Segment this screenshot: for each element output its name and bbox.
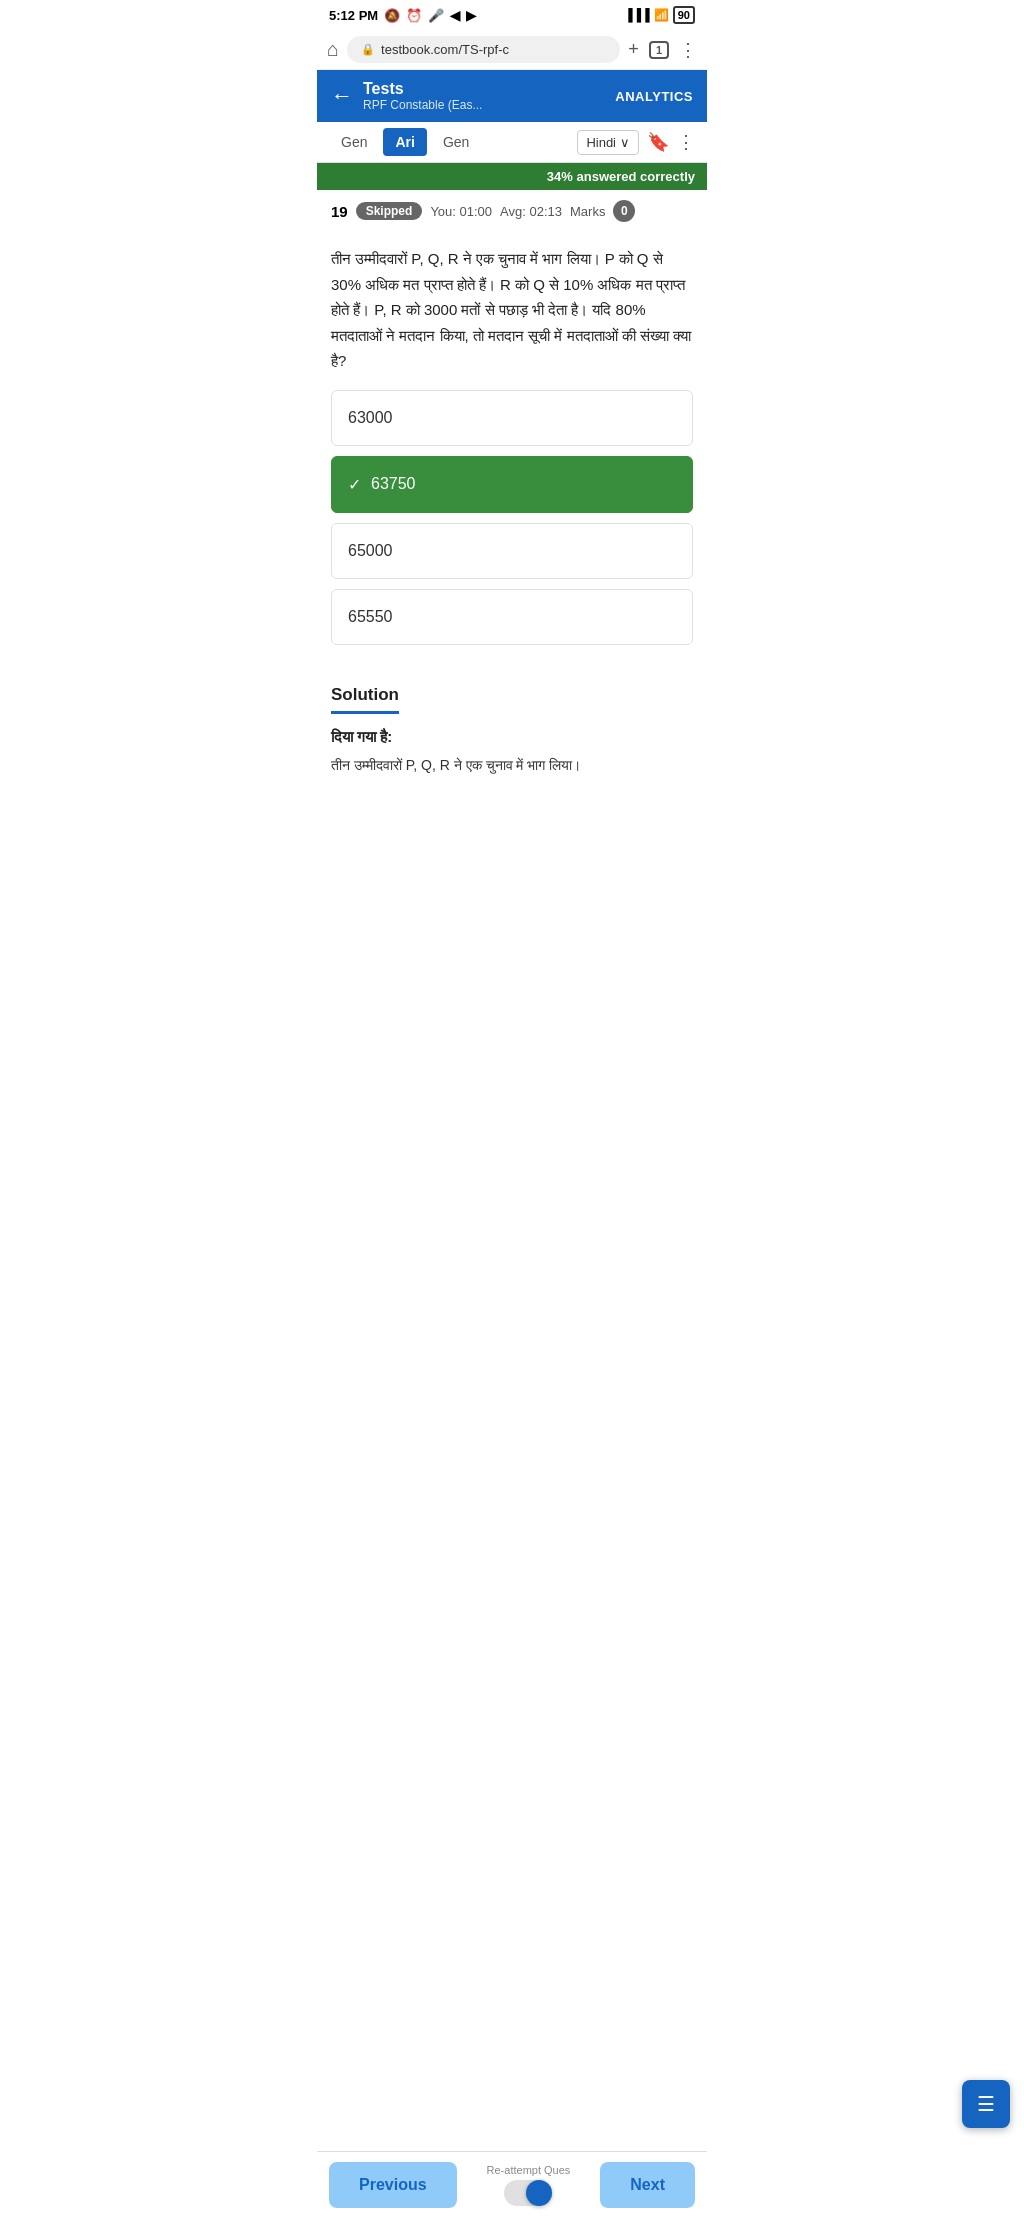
status-right: ▐▐▐ 📶 90 bbox=[624, 6, 695, 24]
tab-ari[interactable]: Ari bbox=[383, 128, 426, 156]
nav-icon: ◀ bbox=[450, 8, 460, 23]
language-label: Hindi bbox=[586, 135, 616, 150]
home-icon[interactable]: ⌂ bbox=[327, 38, 339, 61]
toggle-thumb bbox=[526, 2180, 552, 2206]
url-text: testbook.com/TS-rpf-c bbox=[381, 42, 509, 57]
question-text: तीन उम्मीदवारों P, Q, R ने एक चुनाव में … bbox=[317, 232, 707, 384]
chevron-down-icon: ∨ bbox=[620, 135, 630, 150]
add-tab-icon[interactable]: + bbox=[628, 39, 639, 60]
marks-label: Marks bbox=[570, 204, 605, 219]
marks-value: 0 bbox=[613, 200, 635, 222]
browser-actions: + 1 ⋮ bbox=[628, 39, 697, 61]
option-1[interactable]: 63000 bbox=[331, 390, 693, 446]
you-time: You: 01:00 bbox=[430, 204, 492, 219]
tab-count[interactable]: 1 bbox=[649, 41, 669, 59]
alarm-icon: ⏰ bbox=[406, 8, 422, 23]
option-4-value: 65550 bbox=[348, 608, 393, 626]
option-2-value: 63750 bbox=[371, 475, 416, 493]
solution-section: Solution दिया गया है: तीन उम्मीदवारों P,… bbox=[317, 671, 707, 778]
browser-bar: ⌂ 🔒 testbook.com/TS-rpf-c + 1 ⋮ bbox=[317, 30, 707, 70]
previous-button[interactable]: Previous bbox=[329, 2162, 457, 2208]
top-nav: ← Tests RPF Constable (Eas... ANALYTICS bbox=[317, 70, 707, 122]
option-4[interactable]: 65550 bbox=[331, 589, 693, 645]
bookmark-icon[interactable]: 🔖 bbox=[647, 131, 669, 153]
solution-title: Solution bbox=[331, 685, 399, 714]
nav-subtitle: RPF Constable (Eas... bbox=[363, 98, 482, 112]
skipped-badge: Skipped bbox=[356, 202, 423, 220]
back-button[interactable]: ← bbox=[331, 83, 353, 109]
answer-correctly-text: 34% answered correctly bbox=[547, 169, 695, 184]
lock-icon: 🔒 bbox=[361, 43, 375, 56]
solution-text: तीन उम्मीदवारों P, Q, R ने एक चुनाव में … bbox=[331, 754, 693, 778]
nav-title-group: Tests RPF Constable (Eas... bbox=[363, 80, 482, 112]
nav-left: ← Tests RPF Constable (Eas... bbox=[331, 80, 482, 112]
signal-icon: ▐▐▐ bbox=[624, 8, 650, 22]
check-icon: ✓ bbox=[348, 475, 361, 494]
question-header: 19 Skipped You: 01:00 Avg: 02:13 Marks 0 bbox=[317, 190, 707, 232]
question-number: 19 bbox=[331, 203, 348, 220]
option-1-value: 63000 bbox=[348, 409, 393, 427]
bottom-nav: Previous Re-attempt Ques Next bbox=[317, 2151, 707, 2218]
reattempt-container: Re-attempt Ques bbox=[487, 2164, 571, 2206]
battery-indicator: 90 bbox=[673, 6, 695, 24]
mute-icon: 🔕 bbox=[384, 8, 400, 23]
status-left: 5:12 PM 🔕 ⏰ 🎤 ◀ ▶ bbox=[329, 8, 476, 23]
reattempt-label: Re-attempt Ques bbox=[487, 2164, 571, 2176]
toggle-track[interactable] bbox=[504, 2180, 552, 2206]
tab-gen-2[interactable]: Gen bbox=[431, 124, 481, 160]
tab-gen-1[interactable]: Gen bbox=[329, 124, 379, 160]
more-options-tab-icon[interactable]: ⋮ bbox=[677, 131, 695, 153]
more-options-icon[interactable]: ⋮ bbox=[679, 39, 697, 61]
option-3-value: 65000 bbox=[348, 542, 393, 560]
reattempt-toggle[interactable] bbox=[504, 2180, 552, 2206]
video-icon: ▶ bbox=[466, 8, 476, 23]
status-bar: 5:12 PM 🔕 ⏰ 🎤 ◀ ▶ ▐▐▐ 📶 90 bbox=[317, 0, 707, 30]
avg-time: Avg: 02:13 bbox=[500, 204, 562, 219]
nav-title: Tests bbox=[363, 80, 482, 98]
solution-given-label: दिया गया है: bbox=[331, 728, 693, 746]
answer-banner: 34% answered correctly bbox=[317, 163, 707, 190]
status-time: 5:12 PM bbox=[329, 8, 378, 23]
language-selector[interactable]: Hindi ∨ bbox=[577, 130, 639, 155]
mic-icon: 🎤 bbox=[428, 8, 444, 23]
url-bar[interactable]: 🔒 testbook.com/TS-rpf-c bbox=[347, 36, 620, 63]
option-2[interactable]: ✓ 63750 bbox=[331, 456, 693, 513]
option-3[interactable]: 65000 bbox=[331, 523, 693, 579]
analytics-button[interactable]: ANALYTICS bbox=[615, 89, 693, 104]
next-button[interactable]: Next bbox=[600, 2162, 695, 2208]
tab-right-controls: Hindi ∨ 🔖 ⋮ bbox=[577, 130, 695, 155]
options-container: 63000 ✓ 63750 65000 65550 bbox=[317, 384, 707, 661]
wifi-icon: 📶 bbox=[654, 8, 669, 22]
tab-row: Gen Ari Gen Hindi ∨ 🔖 ⋮ bbox=[317, 122, 707, 163]
